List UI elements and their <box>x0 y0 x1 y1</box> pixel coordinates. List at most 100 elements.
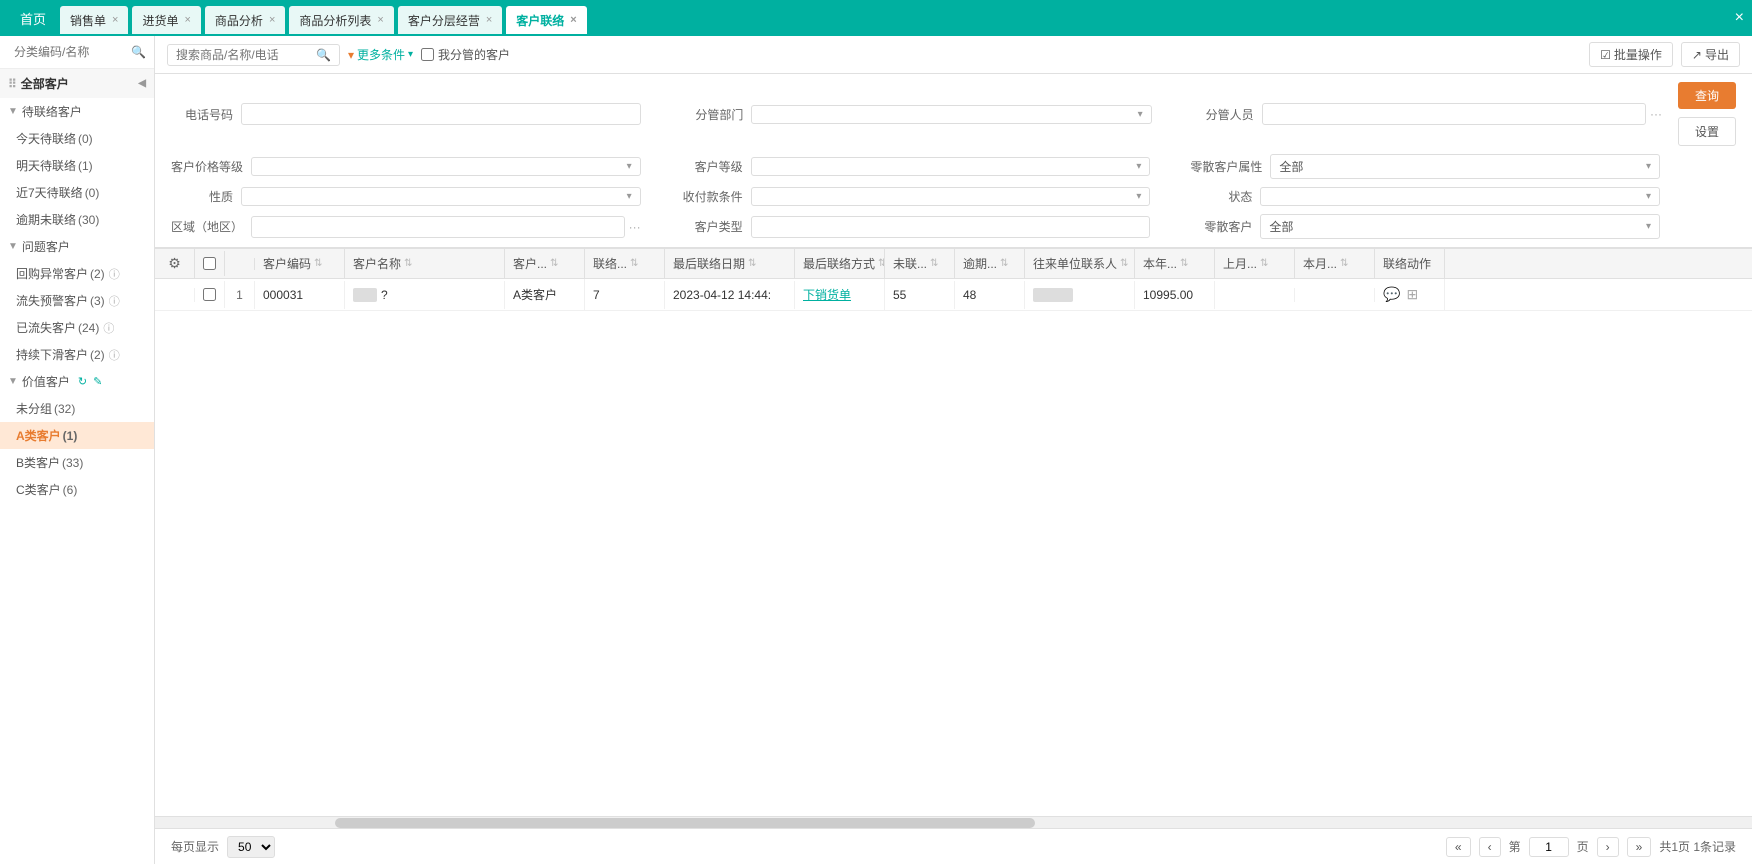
sort-last-month-icon[interactable]: ⇅ <box>1260 258 1268 269</box>
page-size-select[interactable]: 50 <box>227 836 275 858</box>
tab-analysis-list-close[interactable]: × <box>377 14 383 26</box>
th-settings[interactable]: ⚙ <box>155 249 195 278</box>
payment-select[interactable]: ▾ <box>751 187 1151 206</box>
setting-button[interactable]: 设置 <box>1678 117 1736 146</box>
sidebar-item-tomorrow[interactable]: 明天待联络 (1) <box>0 152 154 179</box>
info-icon-2[interactable]: ⓘ <box>103 320 114 336</box>
my-customers-checkbox[interactable]: 我分管的客户 <box>421 46 510 63</box>
tab-customer-contact-close[interactable]: × <box>570 14 576 26</box>
customer-level-select[interactable]: ▾ <box>751 157 1151 176</box>
select-all-checkbox[interactable] <box>203 257 216 270</box>
sidebar-item-repurchase-abnormal[interactable]: 回购异常客户 (2) ⓘ <box>0 260 154 287</box>
filter-search-icon[interactable]: 🔍 <box>316 48 331 62</box>
sort-contact-icon[interactable]: ⇅ <box>630 258 638 269</box>
sidebar-search-input[interactable] <box>8 42 127 62</box>
tab-customer-segmentation[interactable]: 客户分层经营 × <box>398 6 502 34</box>
sidebar-problem-header[interactable]: ▼ 问题客户 <box>0 233 154 260</box>
export-button[interactable]: ↗ 导出 <box>1681 42 1740 67</box>
horizontal-scrollbar[interactable] <box>155 816 1752 828</box>
query-button[interactable]: 查询 <box>1678 82 1736 109</box>
tab-purchase[interactable]: 进货单 × <box>132 6 200 34</box>
sidebar-all-customers[interactable]: ⠿ 全部客户 ◀ <box>0 69 154 98</box>
sort-last-date-icon[interactable]: ⇅ <box>748 258 756 269</box>
sidebar-item-overdue[interactable]: 逾期未联络 (30) <box>0 206 154 233</box>
tab-analysis-list[interactable]: 商品分析列表 × <box>289 6 393 34</box>
filter-search-input[interactable] <box>176 48 316 62</box>
person-more-icon[interactable]: ··· <box>1650 107 1662 121</box>
last-method-link[interactable]: 下销货单 <box>803 286 851 303</box>
th-overdue[interactable]: 逾期... ⇅ <box>955 249 1025 278</box>
tab-analysis-close[interactable]: × <box>269 14 275 26</box>
th-code[interactable]: 客户编码 ⇅ <box>255 249 345 278</box>
sort-overdue-icon[interactable]: ⇅ <box>1000 258 1008 269</box>
th-last-method[interactable]: 最后联络方式 ⇅ <box>795 249 885 278</box>
region-more-icon[interactable]: ··· <box>629 220 641 234</box>
sidebar-item-class-c[interactable]: C类客户 (6) <box>0 476 154 503</box>
th-unit-contact[interactable]: 往来单位联系人 ⇅ <box>1025 249 1135 278</box>
prev-page-button[interactable]: ‹ <box>1479 837 1501 857</box>
info-icon-1[interactable]: ⓘ <box>109 293 120 309</box>
first-page-button[interactable]: « <box>1446 837 1471 857</box>
sort-this-month-icon[interactable]: ⇅ <box>1340 258 1348 269</box>
sidebar-item-churned[interactable]: 已流失客户 (24) ⓘ <box>0 314 154 341</box>
tab-purchase-close[interactable]: × <box>184 14 190 26</box>
page-number-input[interactable] <box>1529 837 1569 857</box>
dept-select[interactable]: ▾ <box>751 105 1151 124</box>
th-contact[interactable]: 联络... ⇅ <box>585 249 665 278</box>
settings-gear-icon[interactable]: ⚙ <box>168 255 181 272</box>
info-icon-0[interactable]: ⓘ <box>109 266 120 282</box>
sidebar-item-declining[interactable]: 持续下滑客户 (2) ⓘ <box>0 341 154 368</box>
tab-sales-close[interactable]: × <box>112 14 118 26</box>
customer-type-input[interactable] <box>751 216 1151 238</box>
sidebar-pending-contact-header[interactable]: ▼ 待联络客户 <box>0 98 154 125</box>
th-last-month[interactable]: 上月... ⇅ <box>1215 249 1295 278</box>
td-checkbox[interactable] <box>195 281 225 308</box>
sort-unit-contact-icon[interactable]: ⇅ <box>1120 258 1128 269</box>
th-no-contact[interactable]: 未联... ⇅ <box>885 249 955 278</box>
sidebar-item-churn-warning[interactable]: 流失预警客户 (3) ⓘ <box>0 287 154 314</box>
person-input[interactable] <box>1262 103 1646 125</box>
phone-input[interactable] <box>241 103 641 125</box>
tab-customer-contact[interactable]: 客户联络 × <box>506 6 586 34</box>
nav-home[interactable]: 首页 <box>8 9 58 28</box>
tab-analysis[interactable]: 商品分析 × <box>205 6 285 34</box>
price-level-select[interactable]: ▾ <box>251 157 641 176</box>
nature-select[interactable]: ▾ <box>241 187 641 206</box>
sort-last-method-icon[interactable]: ⇅ <box>878 258 885 269</box>
info-icon-3[interactable]: ⓘ <box>109 347 120 363</box>
next-page-button[interactable]: › <box>1597 837 1619 857</box>
batch-op-button[interactable]: ☑ 批量操作 <box>1589 42 1673 67</box>
my-customers-check[interactable] <box>421 48 434 61</box>
sort-this-year-icon[interactable]: ⇅ <box>1180 258 1188 269</box>
sidebar-item-class-b[interactable]: B类客户 (33) <box>0 449 154 476</box>
sidebar-item-class-a[interactable]: A类客户 (1) <box>0 422 154 449</box>
th-checkbox[interactable] <box>195 251 225 276</box>
edit-icon[interactable]: ✎ <box>93 375 102 388</box>
retail-attr-select[interactable]: 全部 ▾ <box>1270 154 1660 179</box>
collapse-icon[interactable]: ◀ <box>138 78 146 89</box>
grid-icon[interactable]: ⊞ <box>1406 286 1418 303</box>
th-level[interactable]: 客户... ⇅ <box>505 249 585 278</box>
sidebar-item-today[interactable]: 今天待联络 (0) <box>0 125 154 152</box>
scrollbar-thumb[interactable] <box>335 818 1035 828</box>
sidebar-item-ungrouped[interactable]: 未分组 (32) <box>0 395 154 422</box>
th-name[interactable]: 客户名称 ⇅ <box>345 249 505 278</box>
region-input[interactable] <box>251 216 625 238</box>
sort-name-icon[interactable]: ⇅ <box>404 258 412 269</box>
retail-customer-select[interactable]: 全部 ▾ <box>1260 214 1660 239</box>
tab-customer-seg-close[interactable]: × <box>486 14 492 26</box>
th-this-month[interactable]: 本月... ⇅ <box>1295 249 1375 278</box>
filter-more-button[interactable]: ▾ 更多条件 ▾ <box>348 46 413 63</box>
tab-sales[interactable]: 销售单 × <box>60 6 128 34</box>
window-close-button[interactable]: × <box>1735 9 1744 27</box>
last-page-button[interactable]: » <box>1627 837 1652 857</box>
sort-code-icon[interactable]: ⇅ <box>314 258 322 269</box>
chat-icon[interactable]: 💬 <box>1383 286 1400 303</box>
sidebar-item-7days[interactable]: 近7天待联络 (0) <box>0 179 154 206</box>
sort-level-icon[interactable]: ⇅ <box>550 258 558 269</box>
sidebar-search-icon[interactable]: 🔍 <box>131 45 146 59</box>
th-this-year[interactable]: 本年... ⇅ <box>1135 249 1215 278</box>
status-select[interactable]: ▾ <box>1260 187 1660 206</box>
row-checkbox[interactable] <box>203 288 216 301</box>
th-last-date[interactable]: 最后联络日期 ⇅ <box>665 249 795 278</box>
